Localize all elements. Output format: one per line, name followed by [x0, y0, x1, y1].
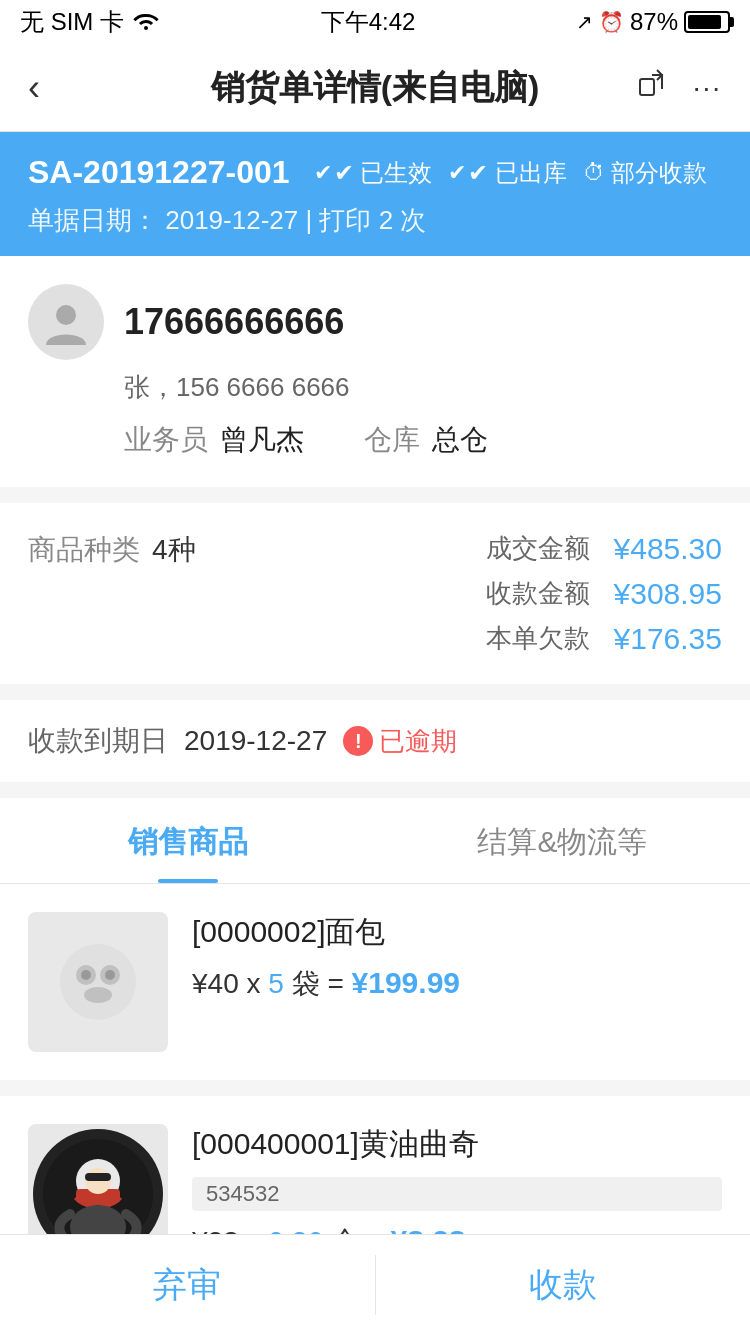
tab-sales-products[interactable]: 销售商品 — [0, 798, 375, 883]
product-item: [0000002]面包 ¥40 x 5 袋 = ¥199.99 — [0, 884, 750, 1080]
location-icon: ↗ — [576, 10, 593, 34]
warehouse-name: 总仓 — [432, 421, 488, 459]
customer-name: 17666666666 — [124, 301, 344, 343]
customer-phone: 张，156 6666 6666 — [124, 370, 722, 405]
page-title: 销货单详情(来自电脑) — [211, 65, 540, 111]
product-name: [000400001]黄油曲奇 — [192, 1124, 722, 1165]
due-date-section: 收款到期日 2019-12-27 ! 已逾期 — [0, 700, 750, 782]
badge-effective: ✔ ✔ 已生效 — [314, 157, 433, 189]
svg-point-7 — [84, 987, 112, 1003]
received-amount-row: 收款金额 ¥308.95 — [486, 576, 722, 611]
transaction-amount-row: 成交金额 ¥485.30 — [486, 531, 722, 566]
battery-label: 87% — [630, 8, 678, 36]
carrier-label: 无 SIM 卡 — [20, 6, 124, 38]
product-thumbnail — [28, 912, 168, 1052]
svg-rect-0 — [640, 79, 654, 95]
customer-row: 17666666666 — [28, 284, 722, 360]
badge-shipped: ✔ ✔ 已出库 — [448, 157, 567, 189]
overdue-badge: ! 已逾期 — [343, 724, 457, 759]
banner-date-row: 单据日期： 2019-12-27 | 打印 2 次 — [28, 203, 722, 238]
product-price-row: ¥40 x 5 袋 = ¥199.99 — [192, 965, 722, 1003]
svg-point-1 — [56, 305, 76, 325]
bottom-bar: 弃审 收款 — [0, 1234, 750, 1334]
svg-rect-13 — [85, 1173, 111, 1181]
status-right: ↗ ⏰ 87% — [576, 8, 730, 36]
status-bar: 无 SIM 卡 下午4:42 ↗ ⏰ 87% — [0, 0, 750, 44]
warehouse-meta: 仓库 总仓 — [364, 421, 488, 459]
avatar — [28, 284, 104, 360]
overdue-icon: ! — [343, 726, 373, 756]
product-sku: 534532 — [192, 1177, 722, 1211]
svg-point-5 — [81, 970, 91, 980]
back-button[interactable]: ‹ — [28, 67, 40, 109]
status-left: 无 SIM 卡 — [20, 6, 160, 38]
debt-amount-row: 本单欠款 ¥176.35 — [486, 621, 722, 656]
customer-section: 17666666666 张，156 6666 6666 业务员 曾凡杰 仓库 总… — [0, 256, 750, 487]
product-qty: 5 — [268, 968, 284, 999]
stats-section: 商品种类 4种 成交金额 ¥485.30 收款金额 ¥308.95 本单欠款 ¥… — [0, 503, 750, 684]
abandon-button[interactable]: 弃审 — [0, 1235, 375, 1334]
status-time: 下午4:42 — [321, 6, 416, 38]
tabs-section: 销售商品 结算&物流等 — [0, 798, 750, 884]
battery-icon — [684, 11, 730, 33]
svg-point-6 — [105, 970, 115, 980]
nav-bar: ‹ 销货单详情(来自电脑) ··· — [0, 44, 750, 132]
svg-point-2 — [60, 944, 136, 1020]
product-info: [0000002]面包 ¥40 x 5 袋 = ¥199.99 — [192, 912, 722, 1003]
more-icon[interactable]: ··· — [693, 72, 722, 104]
tabs-row: 销售商品 结算&物流等 — [0, 798, 750, 883]
product-name: [0000002]面包 — [192, 912, 722, 953]
alarm-icon: ⏰ — [599, 10, 624, 34]
customer-meta: 业务员 曾凡杰 仓库 总仓 — [124, 421, 722, 459]
banner-row1: SA-20191227-001 ✔ ✔ 已生效 ✔ ✔ 已出库 ⏱ 部分收款 — [28, 154, 722, 191]
stats-left: 商品种类 4种 — [28, 531, 196, 656]
share-icon[interactable] — [635, 67, 669, 109]
tab-settlement-logistics[interactable]: 结算&物流等 — [375, 798, 750, 883]
order-number: SA-20191227-001 — [28, 154, 290, 191]
salesperson-name: 曾凡杰 — [220, 421, 304, 459]
product-types-stat: 商品种类 4种 — [28, 531, 196, 569]
badge-partial-payment: ⏱ 部分收款 — [583, 157, 707, 189]
collect-button[interactable]: 收款 — [376, 1235, 751, 1334]
wifi-icon — [132, 8, 160, 36]
salesperson-meta: 业务员 曾凡杰 — [124, 421, 304, 459]
product-total: ¥199.99 — [352, 966, 460, 999]
nav-actions: ··· — [635, 67, 722, 109]
header-banner: SA-20191227-001 ✔ ✔ 已生效 ✔ ✔ 已出库 ⏱ 部分收款 单… — [0, 132, 750, 256]
stats-right: 成交金额 ¥485.30 收款金额 ¥308.95 本单欠款 ¥176.35 — [486, 531, 722, 656]
status-badges: ✔ ✔ 已生效 ✔ ✔ 已出库 ⏱ 部分收款 — [314, 157, 707, 189]
